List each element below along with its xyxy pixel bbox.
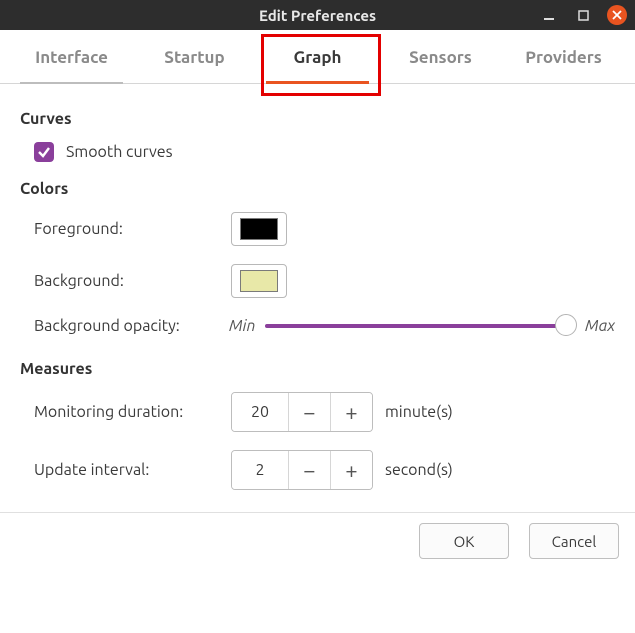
window-controls xyxy=(539,5,627,25)
opacity-min-label: Min xyxy=(229,317,255,335)
duration-value[interactable]: 20 xyxy=(232,393,288,431)
background-row: Background: xyxy=(34,264,615,298)
smooth-curves-label: Smooth curves xyxy=(66,143,173,161)
tab-graph[interactable]: Graph xyxy=(256,30,379,83)
slider-thumb[interactable] xyxy=(555,314,577,336)
slider-track xyxy=(265,324,575,328)
interval-value[interactable]: 2 xyxy=(232,451,288,489)
duration-label: Monitoring duration: xyxy=(34,403,219,421)
tab-bar: Interface Startup Graph Sensors Provider… xyxy=(0,30,635,84)
dialog-footer: OK Cancel xyxy=(0,512,635,573)
duration-increment-button[interactable]: + xyxy=(330,393,372,431)
curves-heading: Curves xyxy=(20,110,615,128)
duration-unit: minute(s) xyxy=(385,403,453,421)
measures-heading: Measures xyxy=(20,360,615,378)
colors-heading: Colors xyxy=(20,180,615,198)
interval-increment-button[interactable]: + xyxy=(330,451,372,489)
minimize-button[interactable] xyxy=(539,5,559,25)
duration-spinner: 20 − + xyxy=(231,392,373,432)
maximize-button[interactable] xyxy=(573,5,593,25)
interval-row: Update interval: 2 − + second(s) xyxy=(34,450,615,490)
opacity-label: Background opacity: xyxy=(34,317,219,335)
foreground-swatch xyxy=(240,218,278,240)
close-icon xyxy=(612,10,622,20)
foreground-label: Foreground: xyxy=(34,220,219,238)
duration-row: Monitoring duration: 20 − + minute(s) xyxy=(34,392,615,432)
foreground-swatch-button[interactable] xyxy=(231,212,287,246)
tab-sensors[interactable]: Sensors xyxy=(379,30,502,83)
cancel-button[interactable]: Cancel xyxy=(529,523,619,559)
interval-unit: second(s) xyxy=(385,461,453,479)
check-icon xyxy=(37,145,51,159)
ok-button[interactable]: OK xyxy=(419,523,509,559)
smooth-curves-row: Smooth curves xyxy=(34,142,615,162)
opacity-max-label: Max xyxy=(585,317,615,335)
interval-spinner: 2 − + xyxy=(231,450,373,490)
foreground-row: Foreground: xyxy=(34,212,615,246)
close-button[interactable] xyxy=(607,5,627,25)
tab-content: Curves Smooth curves Colors Foreground: … xyxy=(0,84,635,512)
tab-providers[interactable]: Providers xyxy=(502,30,625,83)
maximize-icon xyxy=(578,10,589,21)
tab-startup[interactable]: Startup xyxy=(133,30,256,83)
opacity-row: Background opacity: Min Max xyxy=(34,316,615,336)
titlebar: Edit Preferences xyxy=(0,0,635,30)
background-swatch-button[interactable] xyxy=(231,264,287,298)
minimize-icon xyxy=(543,9,555,21)
tab-interface[interactable]: Interface xyxy=(10,30,133,83)
duration-decrement-button[interactable]: − xyxy=(288,393,330,431)
smooth-curves-checkbox[interactable] xyxy=(34,142,54,162)
background-swatch xyxy=(240,270,278,292)
interval-decrement-button[interactable]: − xyxy=(288,451,330,489)
interval-label: Update interval: xyxy=(34,461,219,479)
opacity-slider[interactable] xyxy=(265,316,575,336)
background-label: Background: xyxy=(34,272,219,290)
